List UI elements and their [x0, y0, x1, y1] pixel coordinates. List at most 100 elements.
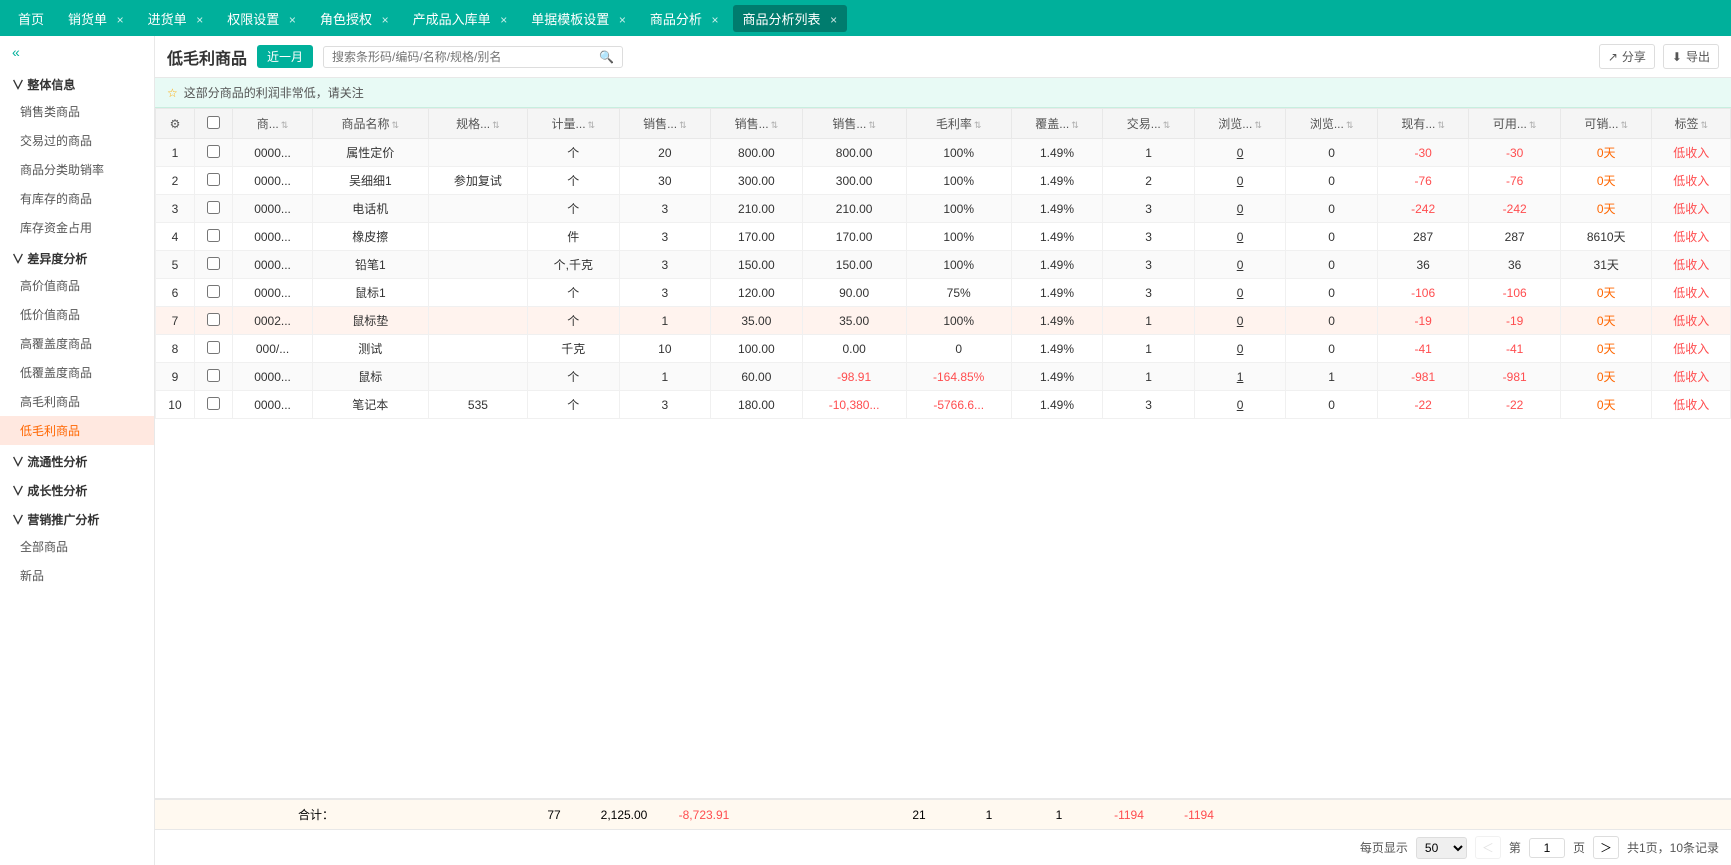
sidebar-item-low-profit[interactable]: 低毛利商品 [0, 416, 154, 445]
cell-view1[interactable]: 0 [1194, 139, 1286, 167]
cell-view1[interactable]: 0 [1194, 167, 1286, 195]
sidebar-item-all-goods[interactable]: 全部商品 [0, 532, 154, 561]
col-tx-count[interactable]: 交易...⇅ [1103, 109, 1195, 139]
cell-view1[interactable]: 0 [1194, 307, 1286, 335]
nav-product-analysis-list-close[interactable]: × [830, 13, 837, 27]
sidebar-item-high-value[interactable]: 高价值商品 [0, 271, 154, 300]
cell-check[interactable] [194, 391, 232, 419]
row-checkbox[interactable] [207, 201, 220, 214]
prev-page-btn[interactable]: ＜ [1475, 836, 1501, 859]
col-code[interactable]: 商...⇅ [233, 109, 313, 139]
cell-check[interactable] [194, 307, 232, 335]
sidebar-item-sales-goods[interactable]: 销售类商品 [0, 97, 154, 126]
next-page-btn[interactable]: ＞ [1593, 836, 1619, 859]
nav-role-auth-close[interactable]: × [382, 13, 389, 27]
col-sales-amt2[interactable]: 销售...⇅ [802, 109, 906, 139]
sidebar-item-low-value[interactable]: 低价值商品 [0, 300, 154, 329]
col-tag[interactable]: 标签⇅ [1652, 109, 1731, 139]
col-settings[interactable]: ⚙ [156, 109, 195, 139]
col-name[interactable]: 商品名称⇅ [312, 109, 428, 139]
col-view1[interactable]: 浏览...⇅ [1194, 109, 1286, 139]
col-spec[interactable]: 规格...⇅ [428, 109, 527, 139]
nav-template-close[interactable]: × [619, 13, 626, 27]
sidebar-item-traded-goods[interactable]: 交易过的商品 [0, 126, 154, 155]
sidebar-group-growth[interactable]: ∨ 成长性分析 [0, 474, 154, 503]
cell-view1[interactable]: 0 [1194, 279, 1286, 307]
sidebar-group-marketing[interactable]: ∨ 营销推广分析 [0, 503, 154, 532]
cell-check[interactable] [194, 279, 232, 307]
nav-permission-close[interactable]: × [289, 13, 296, 27]
table-container[interactable]: ⚙ 商...⇅ 商品名称⇅ 规格...⇅ 计量...⇅ 销售...⇅ 销售...… [155, 108, 1731, 798]
page-input[interactable] [1529, 838, 1565, 858]
row-checkbox[interactable] [207, 369, 220, 382]
col-sales-amt1[interactable]: 销售...⇅ [711, 109, 803, 139]
col-view2[interactable]: 浏览...⇅ [1286, 109, 1378, 139]
cell-check[interactable] [194, 251, 232, 279]
sidebar-item-high-profit[interactable]: 高毛利商品 [0, 387, 154, 416]
sidebar-collapse-btn[interactable]: « [8, 42, 24, 62]
nav-sales-order[interactable]: 销货单 × [58, 5, 134, 32]
sidebar-group-circulation[interactable]: ∨ 流通性分析 [0, 445, 154, 474]
cell-check[interactable] [194, 139, 232, 167]
row-checkbox[interactable] [207, 285, 220, 298]
nav-product-stock[interactable]: 产成品入库单 × [403, 5, 518, 32]
settings-icon[interactable]: ⚙ [170, 117, 181, 131]
col-available[interactable]: 可用...⇅ [1469, 109, 1561, 139]
share-btn[interactable]: ↗ 分享 [1599, 44, 1655, 69]
nav-permission[interactable]: 权限设置 × [217, 5, 306, 32]
select-all-checkbox[interactable] [207, 116, 220, 129]
cell-cover-rate: 1.49% [1011, 391, 1103, 419]
filter-recent-month-btn[interactable]: 近一月 [257, 45, 313, 68]
nav-purchase-order[interactable]: 进货单 × [138, 5, 214, 32]
cell-check[interactable] [194, 167, 232, 195]
row-checkbox[interactable] [207, 397, 220, 410]
col-gross-rate[interactable]: 毛利率⇅ [906, 109, 1011, 139]
col-sales-qty[interactable]: 销售...⇅ [619, 109, 711, 139]
cell-view1[interactable]: 0 [1194, 195, 1286, 223]
cell-check[interactable] [194, 363, 232, 391]
row-checkbox[interactable] [207, 173, 220, 186]
cell-check[interactable] [194, 195, 232, 223]
sidebar-group-diff[interactable]: ∨ 差异度分析 [0, 242, 154, 271]
nav-template[interactable]: 单据模板设置 × [521, 5, 636, 32]
sidebar-item-category-rate[interactable]: 商品分类助销率 [0, 155, 154, 184]
cell-available: 36 [1469, 251, 1561, 279]
nav-product-analysis-list[interactable]: 商品分析列表 × [733, 5, 848, 32]
export-btn[interactable]: ⬇ 导出 [1663, 44, 1719, 69]
sidebar-item-inventory-capital[interactable]: 库存资金占用 [0, 213, 154, 242]
sidebar-item-low-coverage[interactable]: 低覆盖度商品 [0, 358, 154, 387]
cell-view1[interactable]: 1 [1194, 363, 1286, 391]
per-page-select[interactable]: 50 100 200 [1416, 837, 1467, 859]
cell-view1[interactable]: 0 [1194, 223, 1286, 251]
sidebar-item-new-goods[interactable]: 新品 [0, 561, 154, 590]
row-checkbox[interactable] [207, 145, 220, 158]
cell-view1[interactable]: 0 [1194, 391, 1286, 419]
cell-check[interactable] [194, 335, 232, 363]
cell-view1[interactable]: 0 [1194, 335, 1286, 363]
sidebar-group-overall[interactable]: ∨ 整体信息 [0, 68, 154, 97]
cell-check[interactable] [194, 223, 232, 251]
row-checkbox[interactable] [207, 229, 220, 242]
sidebar-item-high-coverage[interactable]: 高覆盖度商品 [0, 329, 154, 358]
col-cover-rate[interactable]: 覆盖...⇅ [1011, 109, 1103, 139]
nav-sales-order-close[interactable]: × [117, 13, 124, 27]
nav-home[interactable]: 首页 [8, 5, 54, 32]
col-checkbox[interactable] [194, 109, 232, 139]
sidebar-item-in-stock[interactable]: 有库存的商品 [0, 184, 154, 213]
nav-product-analysis[interactable]: 商品分析 × [640, 5, 729, 32]
nav-product-analysis-close[interactable]: × [711, 13, 718, 27]
row-checkbox[interactable] [207, 257, 220, 270]
cell-sales-amt2: 300.00 [802, 167, 906, 195]
row-checkbox[interactable] [207, 341, 220, 354]
col-unit[interactable]: 计量...⇅ [528, 109, 620, 139]
col-current[interactable]: 现有...⇅ [1377, 109, 1469, 139]
cell-gross-rate: 100% [906, 139, 1011, 167]
search-input[interactable] [332, 50, 594, 64]
col-saleable[interactable]: 可销...⇅ [1560, 109, 1652, 139]
nav-purchase-order-close[interactable]: × [196, 13, 203, 27]
cell-view1[interactable]: 0 [1194, 251, 1286, 279]
nav-product-stock-close[interactable]: × [500, 13, 507, 27]
nav-role-auth[interactable]: 角色授权 × [310, 5, 399, 32]
row-checkbox[interactable] [207, 313, 220, 326]
search-icon[interactable]: 🔍 [599, 50, 614, 64]
